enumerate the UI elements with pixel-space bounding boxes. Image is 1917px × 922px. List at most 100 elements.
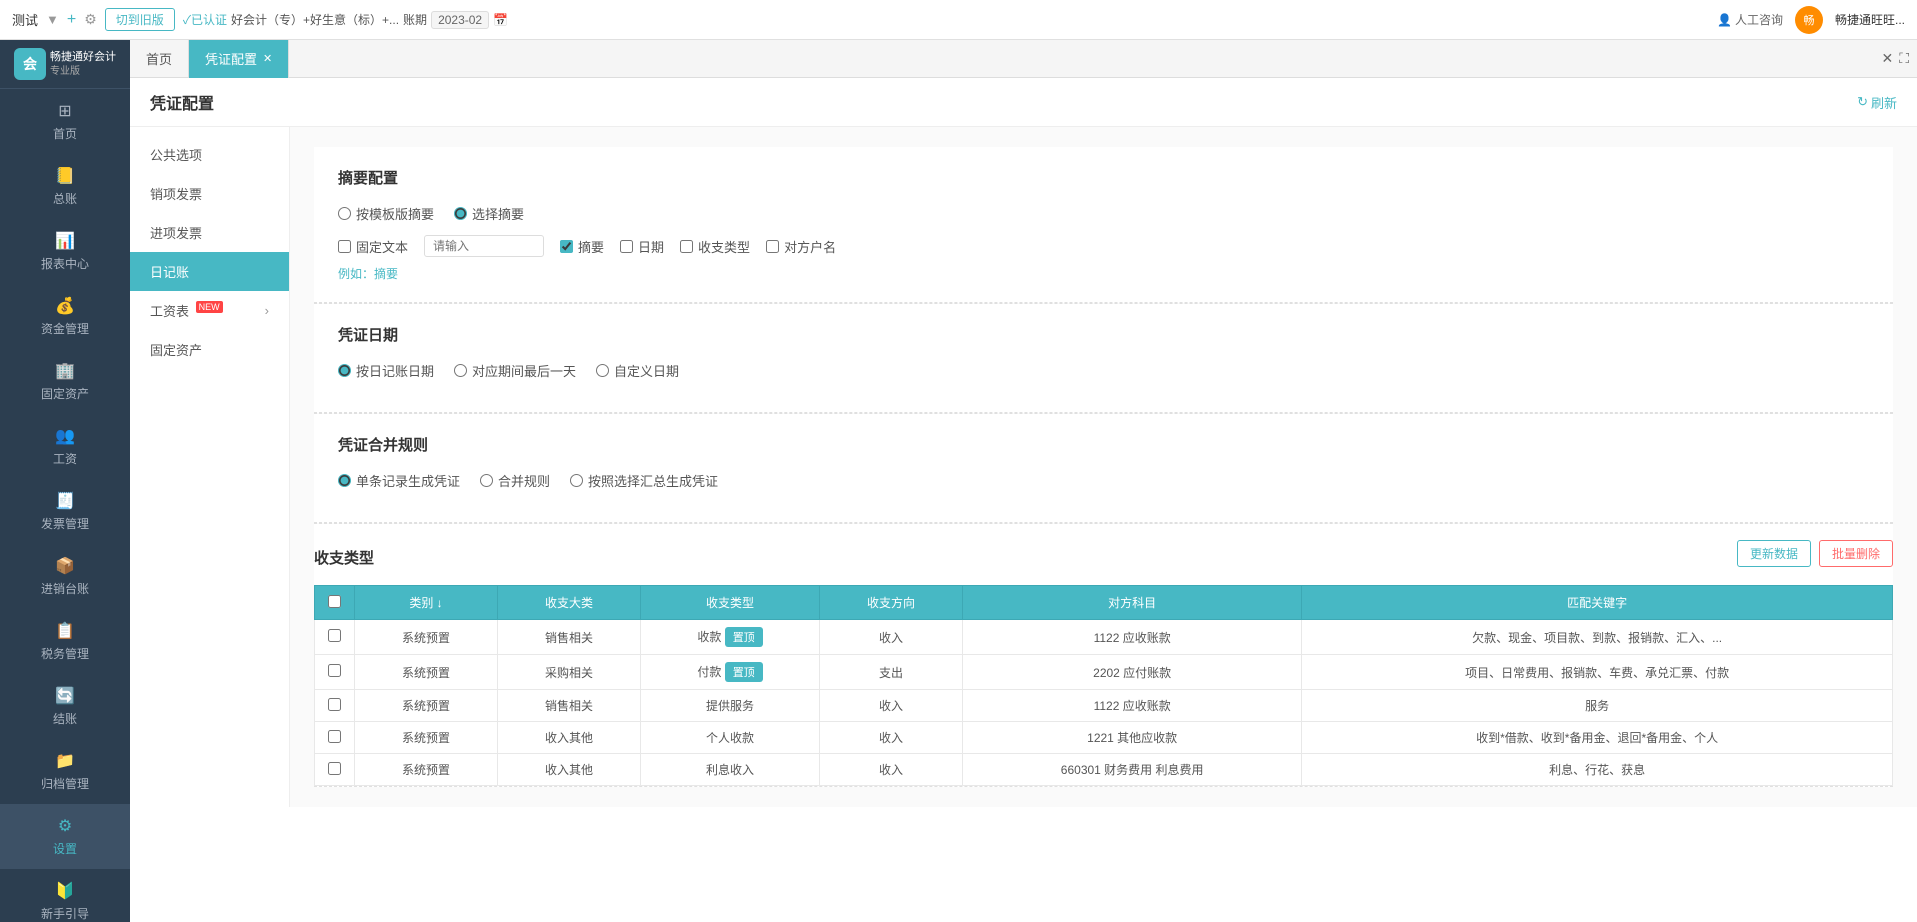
radio-journal-date-input[interactable] [338, 364, 351, 377]
row-category: 系统预置 [355, 754, 498, 786]
left-nav-item-purchase-invoice[interactable]: 进项发票 [130, 213, 289, 252]
sidebar-item-payroll[interactable]: 👥 工资 [0, 414, 130, 479]
tab-voucher-config[interactable]: 凭证配置 ✕ [189, 40, 289, 78]
left-nav-item-payroll-sheet[interactable]: 工资表 NEW › [130, 291, 289, 330]
row-checkbox-cell[interactable] [315, 620, 355, 655]
row-checkbox[interactable] [328, 730, 341, 743]
radio-select-summary[interactable]: 选择摘要 [454, 204, 524, 223]
tab-bar-actions: ✕ ⛶ [1881, 50, 1917, 67]
row-checkbox[interactable] [328, 698, 341, 711]
row-match-keyword: 欠款、现金、项目款、到款、报销款、汇入、... [1302, 620, 1893, 655]
fixed-text-input[interactable] [424, 235, 544, 257]
guide-icon: 🔰 [55, 881, 75, 901]
tab-action-close[interactable]: ✕ [1881, 50, 1893, 67]
date-title: 凭证日期 [338, 324, 1869, 345]
support-button[interactable]: 👤 人工咨询 [1717, 11, 1783, 28]
refresh-button[interactable]: ↻ 刷新 [1857, 93, 1897, 112]
checkbox-date-input[interactable] [620, 240, 633, 253]
row-checkbox-cell[interactable] [315, 690, 355, 722]
sidebar-item-reports[interactable]: 📊 报表中心 [0, 219, 130, 284]
calendar-icon[interactable]: 📅 [493, 13, 508, 27]
row-pay-type: 提供服务 [641, 690, 820, 722]
checkbox-counterpart-input[interactable] [766, 240, 779, 253]
left-nav-item-fixed-assets[interactable]: 固定资产 [130, 330, 289, 369]
sidebar-item-guide[interactable]: 🔰 新手引导 [0, 869, 130, 922]
switch-version-button[interactable]: 切到旧版 [105, 8, 175, 31]
headset-icon: 👤 [1717, 13, 1732, 27]
sidebar-item-settlement[interactable]: 🔄 结账 [0, 674, 130, 739]
row-checkbox-cell[interactable] [315, 655, 355, 690]
left-nav-item-public[interactable]: 公共选项 [130, 135, 289, 174]
checkbox-fixed-text[interactable]: 固定文本 [338, 237, 408, 256]
left-nav-item-sales-invoice[interactable]: 销项发票 [130, 174, 289, 213]
tab-home[interactable]: 首页 [130, 40, 189, 78]
checkbox-summary[interactable]: 摘要 [560, 237, 604, 256]
batch-delete-button[interactable]: 批量删除 [1819, 540, 1893, 567]
row-checkbox[interactable] [328, 664, 341, 677]
example-text: 例如：摘要 [338, 265, 1869, 282]
sidebar-item-archive[interactable]: 📁 归档管理 [0, 739, 130, 804]
radio-select-summary-input[interactable] [454, 207, 467, 220]
select-all-checkbox[interactable] [328, 595, 341, 608]
row-direction: 收入 [820, 754, 963, 786]
sidebar-item-fund[interactable]: 💰 资金管理 [0, 284, 130, 349]
page-content: 凭证配置 ↻ 刷新 公共选项 销项发票 进项发票 [130, 78, 1917, 922]
table-row: 系统预置 销售相关 收款 置顶 收入 1122 应收账款 欠款、现金、项目款、到… [315, 620, 1893, 655]
tab-voucher-config-label: 凭证配置 [205, 49, 257, 68]
sidebar-item-tax[interactable]: 📋 税务管理 [0, 609, 130, 674]
left-nav-item-journal[interactable]: 日记账 [130, 252, 289, 291]
row-checkbox[interactable] [328, 629, 341, 642]
sidebar-item-fixed-assets[interactable]: 🏢 固定资产 [0, 349, 130, 414]
sidebar-item-home[interactable]: ⊞ 首页 [0, 89, 130, 154]
sidebar-item-invoice[interactable]: 🧾 发票管理 [0, 479, 130, 544]
radio-single-record-input[interactable] [338, 474, 351, 487]
sidebar-item-settings[interactable]: ⚙ 设置 [0, 804, 130, 869]
radio-period-last-input[interactable] [454, 364, 467, 377]
purchase-sale-icon: 📦 [55, 556, 75, 576]
tag-button[interactable]: 置顶 [725, 627, 763, 647]
radio-single-record[interactable]: 单条记录生成凭证 [338, 471, 460, 490]
sidebar-item-general-ledger[interactable]: 📒 总账 [0, 154, 130, 219]
radio-journal-date[interactable]: 按日记账日期 [338, 361, 434, 380]
user-name[interactable]: 畅捷通旺旺... [1835, 11, 1905, 28]
radio-custom-date-input[interactable] [596, 364, 609, 377]
radio-merge-rules[interactable]: 合并规则 [480, 471, 550, 490]
row-direction: 收入 [820, 620, 963, 655]
sidebar-item-label: 报表中心 [41, 255, 89, 272]
sidebar: 会 畅捷通好会计 专业版 ⊞ 首页 📒 总账 📊 报表中心 💰 资金管理 🏢 固… [0, 40, 130, 922]
checkbox-date[interactable]: 日期 [620, 237, 664, 256]
row-pay-type: 个人收款 [641, 722, 820, 754]
tag-button[interactable]: 置顶 [725, 662, 763, 682]
radio-template-summary-input[interactable] [338, 207, 351, 220]
update-data-button[interactable]: 更新数据 [1737, 540, 1811, 567]
dropdown-arrow-icon[interactable]: ▼ [46, 12, 59, 27]
refresh-icon: ↻ [1857, 94, 1868, 110]
fund-icon: 💰 [55, 296, 75, 316]
checkbox-summary-input[interactable] [560, 240, 573, 253]
checkbox-pay-type[interactable]: 收支类型 [680, 237, 750, 256]
radio-period-last[interactable]: 对应期间最后一天 [454, 361, 576, 380]
radio-template-summary[interactable]: 按模板版摘要 [338, 204, 434, 223]
row-checkbox-cell[interactable] [315, 754, 355, 786]
sidebar-item-purchase-sale[interactable]: 📦 进销台账 [0, 544, 130, 609]
table-row: 系统预置 销售相关 提供服务 收入 1122 应收账款 服务 [315, 690, 1893, 722]
radio-custom-date[interactable]: 自定义日期 [596, 361, 679, 380]
row-match-keyword: 收到*借款、收到*备用金、退回*备用金、个人 [1302, 722, 1893, 754]
row-major-type: 收入其他 [498, 754, 641, 786]
add-icon[interactable]: + [67, 11, 76, 29]
radio-select-summary-gen[interactable]: 按照选择汇总生成凭证 [570, 471, 718, 490]
avatar: 畅 [1795, 6, 1823, 34]
tab-action-expand[interactable]: ⛶ [1899, 50, 1909, 67]
sidebar-item-label: 首页 [53, 125, 77, 142]
row-checkbox-cell[interactable] [315, 722, 355, 754]
radio-merge-rules-input[interactable] [480, 474, 493, 487]
checkbox-pay-type-input[interactable] [680, 240, 693, 253]
date-radio-group: 按日记账日期 对应期间最后一天 自定义日期 [338, 361, 1869, 380]
gear-icon[interactable]: ⚙ [84, 11, 97, 28]
tab-close-icon[interactable]: ✕ [263, 52, 272, 65]
radio-select-summary-gen-input[interactable] [570, 474, 583, 487]
row-checkbox[interactable] [328, 762, 341, 775]
checkbox-counterpart[interactable]: 对方户名 [766, 237, 836, 256]
checkbox-fixed-text-input[interactable] [338, 240, 351, 253]
row-counterpart-subject: 1122 应收账款 [963, 620, 1302, 655]
